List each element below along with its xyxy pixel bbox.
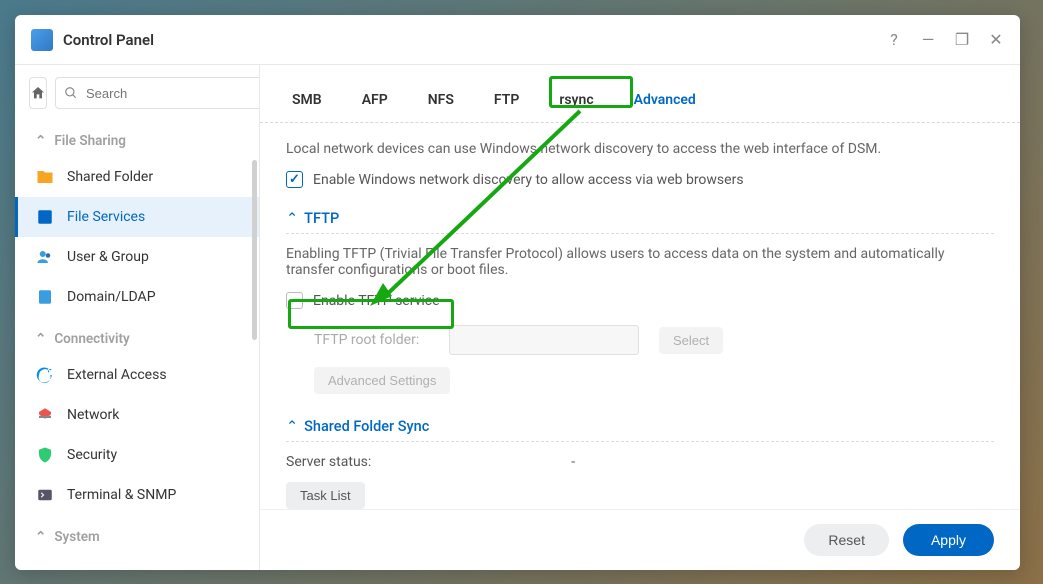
sidebar-item-security[interactable]: Security (15, 435, 259, 475)
sidebar-item-label: Network (67, 407, 119, 423)
scrollbar[interactable] (252, 160, 257, 340)
home-icon (30, 85, 46, 101)
section-title: Shared Folder Sync (304, 418, 429, 435)
sidebar-item-label: External Access (67, 367, 167, 383)
section-tftp[interactable]: ⌃ TFTP (286, 204, 994, 234)
section-label: Connectivity (54, 331, 129, 347)
select-button: Select (659, 327, 723, 354)
chevron-up-icon: ⌃ (286, 210, 298, 227)
reset-button[interactable]: Reset (804, 524, 889, 556)
task-list-button[interactable]: Task List (286, 482, 365, 509)
sidebar-item-file-services[interactable]: File Services (15, 197, 259, 237)
sidebar-item-label: Domain/LDAP (67, 289, 156, 305)
sidebar-item-label: Terminal & SNMP (67, 487, 176, 503)
apply-button[interactable]: Apply (903, 524, 994, 556)
tab-rsync[interactable]: rsync (553, 74, 599, 122)
search-input[interactable] (84, 85, 260, 102)
folder-icon (35, 167, 55, 187)
window-title: Control Panel (63, 31, 886, 49)
sidebar-item-label: User & Group (67, 249, 149, 265)
tftp-root-label: TFTP root folder: (314, 332, 429, 348)
section-system[interactable]: ⌃ System (15, 515, 259, 553)
tab-nfs[interactable]: NFS (422, 74, 460, 122)
wnd-description: Local network devices can use Windows ne… (286, 141, 994, 157)
chevron-up-icon: ⌃ (35, 133, 46, 149)
sidebar-item-external-access[interactable]: External Access (15, 355, 259, 395)
server-status-value: - (571, 454, 575, 470)
tab-advanced[interactable]: Advanced (628, 74, 702, 122)
users-icon (35, 247, 55, 267)
section-label: System (54, 529, 99, 545)
sidebar-item-network[interactable]: Network (15, 395, 259, 435)
search-box[interactable] (55, 77, 260, 109)
minimize-icon[interactable]: — (920, 32, 936, 48)
section-title: TFTP (304, 210, 339, 227)
close-icon[interactable]: ✕ (988, 32, 1004, 48)
terminal-icon (35, 485, 55, 505)
section-file-sharing[interactable]: ⌃ File Sharing (15, 119, 259, 157)
tab-afp[interactable]: AFP (356, 74, 394, 122)
help-icon[interactable]: ? (886, 32, 902, 48)
section-label: File Sharing (54, 133, 126, 149)
search-icon (64, 86, 78, 100)
tab-smb[interactable]: SMB (286, 74, 328, 122)
sidebar-item-label: Shared Folder (67, 169, 153, 185)
sidebar-item-terminal-snmp[interactable]: Terminal & SNMP (15, 475, 259, 515)
chevron-up-icon: ⌃ (35, 331, 46, 347)
external-icon (35, 365, 55, 385)
network-icon (35, 405, 55, 425)
tftp-root-input (449, 325, 639, 355)
checkbox-label: Enable Windows network discovery to allo… (313, 172, 744, 188)
sidebar-item-label: File Services (67, 209, 145, 225)
shield-icon (35, 445, 55, 465)
section-shared-folder-sync[interactable]: ⌃ Shared Folder Sync (286, 412, 994, 442)
checkbox-tftp-enable[interactable] (286, 292, 303, 309)
file-services-icon (35, 207, 55, 227)
domain-icon (35, 287, 55, 307)
server-status-label: Server status: (286, 454, 371, 470)
chevron-up-icon: ⌃ (35, 529, 46, 545)
advanced-settings-button: Advanced Settings (314, 367, 450, 394)
home-button[interactable] (29, 77, 47, 109)
checkbox-label: Enable TFTP service (313, 293, 440, 309)
sidebar-item-shared-folder[interactable]: Shared Folder (15, 157, 259, 197)
sidebar-item-user-group[interactable]: User & Group (15, 237, 259, 277)
chevron-up-icon: ⌃ (286, 418, 298, 435)
sidebar-item-domain-ldap[interactable]: Domain/LDAP (15, 277, 259, 317)
tftp-description: Enabling TFTP (Trivial File Transfer Pro… (286, 246, 994, 278)
tab-ftp[interactable]: FTP (488, 74, 525, 122)
app-icon (31, 29, 53, 51)
maximize-icon[interactable]: ❐ (954, 32, 970, 48)
section-connectivity[interactable]: ⌃ Connectivity (15, 317, 259, 355)
sidebar-item-label: Security (67, 447, 117, 463)
checkbox-wnd-enable[interactable] (286, 171, 303, 188)
